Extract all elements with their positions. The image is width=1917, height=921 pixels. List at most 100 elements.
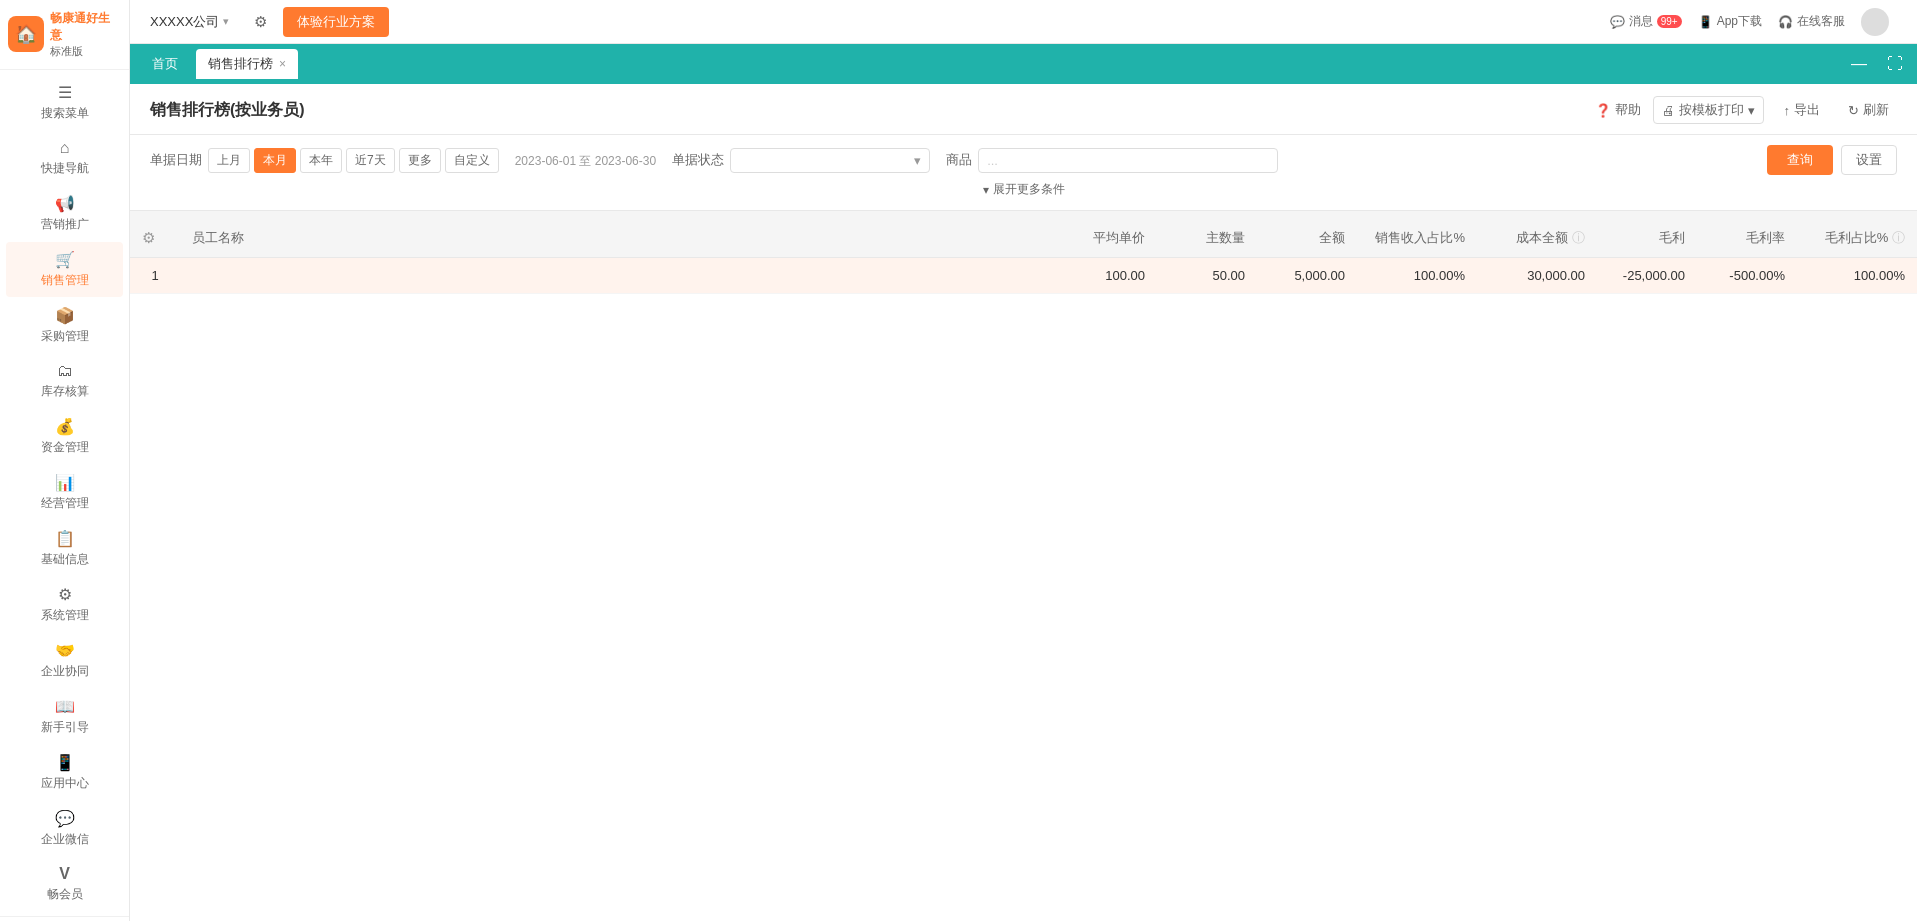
date-this-month-btn[interactable]: 本月: [254, 148, 296, 173]
filter-bar: 单据日期 上月 本月 本年 近7天 更多 自定义 2023-06-01 至 20…: [130, 135, 1917, 211]
inventory-icon: 🗂: [57, 362, 73, 380]
message-action[interactable]: 💬 消息 99+: [1610, 13, 1682, 30]
date-custom-btn[interactable]: 自定义: [445, 148, 499, 173]
sidebar-label-basic-info: 基础信息: [41, 551, 89, 568]
sidebar-footer: ⚙ ◀: [0, 916, 129, 921]
sidebar-item-cooperation[interactable]: 🤝 企业协同: [6, 633, 123, 688]
filter-actions: 查询 设置: [1767, 145, 1897, 175]
cell-avg-price: 100.00: [1057, 258, 1157, 294]
tab-sales-ranking[interactable]: 销售排行榜 ×: [196, 49, 298, 79]
date-more-btn[interactable]: 更多: [399, 148, 441, 173]
date-buttons: 上月 本月 本年 近7天 更多 自定义: [208, 148, 499, 173]
sidebar-item-sales[interactable]: 🛒 销售管理: [6, 242, 123, 297]
message-icon: 💬: [1610, 15, 1625, 29]
sidebar: 🏠 畅康通好生意 标准版 ☰ 搜索菜单 ⌂ 快捷导航 📢 营销推广 🛒 销售管理…: [0, 0, 130, 921]
cell-rank: 1: [130, 258, 180, 294]
sidebar-item-finance[interactable]: 💰 资金管理: [6, 409, 123, 464]
system-icon: ⚙: [58, 585, 72, 604]
sidebar-item-quicknav[interactable]: ⌂ 快捷导航: [6, 131, 123, 185]
sidebar-item-wechat[interactable]: 💬 企业微信: [6, 801, 123, 856]
user-avatar[interactable]: [1861, 8, 1889, 36]
sidebar-label-operations: 经营管理: [41, 495, 89, 512]
sidebar-item-basic-info[interactable]: 📋 基础信息: [6, 521, 123, 576]
col-settings-icon[interactable]: ⚙: [142, 229, 155, 246]
date-filter-group: 单据日期 上月 本月 本年 近7天 更多 自定义: [150, 148, 499, 173]
col-header-gross-rate: 毛利率: [1697, 219, 1797, 258]
online-service-action[interactable]: 🎧 在线客服: [1778, 13, 1845, 30]
marketing-icon: 📢: [55, 194, 75, 213]
date-7days-btn[interactable]: 近7天: [346, 148, 395, 173]
expand-conditions-btn[interactable]: ▾ 展开更多条件: [983, 181, 1065, 198]
help-icon: ❓: [1595, 103, 1611, 118]
sales-icon: 🛒: [55, 250, 75, 269]
search-menu-icon: ☰: [58, 83, 72, 102]
sidebar-label-guide: 新手引导: [41, 719, 89, 736]
tab-close-icon[interactable]: ×: [279, 57, 286, 71]
date-prev-month-btn[interactable]: 上月: [208, 148, 250, 173]
sidebar-item-apps[interactable]: 📱 应用中心: [6, 745, 123, 800]
finance-icon: 💰: [55, 417, 75, 436]
sidebar-label-member: 畅会员: [47, 886, 83, 903]
sidebar-item-purchase[interactable]: 📦 采购管理: [6, 298, 123, 353]
company-selector[interactable]: XXXXX公司 ▾: [142, 9, 237, 35]
wechat-icon: 💬: [55, 809, 75, 828]
sidebar-item-operations[interactable]: 📊 经营管理: [6, 465, 123, 520]
col-header-name: 员工名称: [180, 219, 1057, 258]
table-body: 1 100.00 50.00 5,000.00: [130, 258, 1917, 294]
cell-gross-ratio: 100.00%: [1797, 258, 1917, 294]
message-badge: 99+: [1657, 15, 1682, 28]
col-header-avg-price: 平均单价: [1057, 219, 1157, 258]
sidebar-label-search: 搜索菜单: [41, 105, 89, 122]
tab-minimize-btn[interactable]: —: [1845, 50, 1873, 78]
help-btn[interactable]: ❓ 帮助: [1595, 101, 1641, 119]
settings-button[interactable]: 设置: [1841, 145, 1897, 175]
date-range-display: 2023-06-01 至 2023-06-30: [515, 151, 656, 170]
headset-icon: 🎧: [1778, 15, 1793, 29]
template-print-btn[interactable]: 🖨 按模板打印 ▾: [1653, 96, 1764, 124]
online-service-label: 在线客服: [1797, 13, 1845, 30]
sidebar-item-guide[interactable]: 📖 新手引导: [6, 689, 123, 744]
table-header: ⚙ 员工名称 平均单价 主数量 全额: [130, 219, 1917, 258]
purchase-icon: 📦: [55, 306, 75, 325]
status-filter-group: 单据状态 ▾: [672, 148, 930, 173]
goods-filter-label: 商品: [946, 151, 972, 169]
sidebar-label-inventory: 库存核算: [41, 383, 89, 400]
refresh-btn[interactable]: ↻ 刷新: [1840, 97, 1897, 123]
sidebar-label-quicknav: 快捷导航: [41, 160, 89, 177]
logo-icon: 🏠: [8, 16, 44, 52]
sidebar-item-system[interactable]: ⚙ 系统管理: [6, 577, 123, 632]
export-icon: ↑: [1784, 103, 1791, 118]
settings-gear-btn[interactable]: ⚙: [245, 7, 275, 37]
filter-row-main: 单据日期 上月 本月 本年 近7天 更多 自定义 2023-06-01 至 20…: [150, 145, 1897, 175]
topbar: XXXXX公司 ▾ ⚙ 体验行业方案 💬 消息 99+ 📱 App下载 🎧 在线…: [130, 0, 1917, 44]
tab-home[interactable]: 首页: [138, 49, 192, 79]
company-chevron-icon: ▾: [223, 15, 229, 28]
logo-text: 畅康通好生意 标准版: [50, 10, 121, 59]
topbar-right: 💬 消息 99+ 📱 App下载 🎧 在线客服: [1610, 8, 1905, 36]
tab-sales-ranking-label: 销售排行榜: [208, 55, 273, 73]
cell-gross: -25,000.00: [1597, 258, 1697, 294]
expand-row: ▾ 展开更多条件: [150, 175, 1897, 200]
col-header-cost: 成本全额 ⓘ: [1477, 219, 1597, 258]
sidebar-item-marketing[interactable]: 📢 营销推广: [6, 186, 123, 241]
date-this-year-btn[interactable]: 本年: [300, 148, 342, 173]
query-button[interactable]: 查询: [1767, 145, 1833, 175]
trial-industry-button[interactable]: 体验行业方案: [283, 7, 389, 37]
template-chevron-icon: ▾: [1748, 103, 1755, 118]
sidebar-label-apps: 应用中心: [41, 775, 89, 792]
status-select[interactable]: ▾: [730, 148, 930, 173]
col-header-settings: ⚙: [130, 219, 180, 258]
sidebar-item-inventory[interactable]: 🗂 库存核算: [6, 354, 123, 408]
basic-info-icon: 📋: [55, 529, 75, 548]
logo-section: 🏠 畅康通好生意 标准版: [0, 0, 129, 70]
cost-info-icon: ⓘ: [1572, 230, 1585, 245]
goods-input[interactable]: ...: [978, 148, 1278, 173]
app-download-action[interactable]: 📱 App下载: [1698, 13, 1762, 30]
sidebar-item-search[interactable]: ☰ 搜索菜单: [6, 75, 123, 130]
sidebar-item-member[interactable]: V 畅会员: [6, 857, 123, 911]
export-btn[interactable]: ↑ 导出: [1776, 97, 1829, 123]
tab-maximize-btn[interactable]: ⛶: [1881, 50, 1909, 78]
version-label: 标准版: [50, 44, 121, 59]
col-header-sales-ratio: 销售收入占比%: [1357, 219, 1477, 258]
sidebar-label-wechat: 企业微信: [41, 831, 89, 848]
